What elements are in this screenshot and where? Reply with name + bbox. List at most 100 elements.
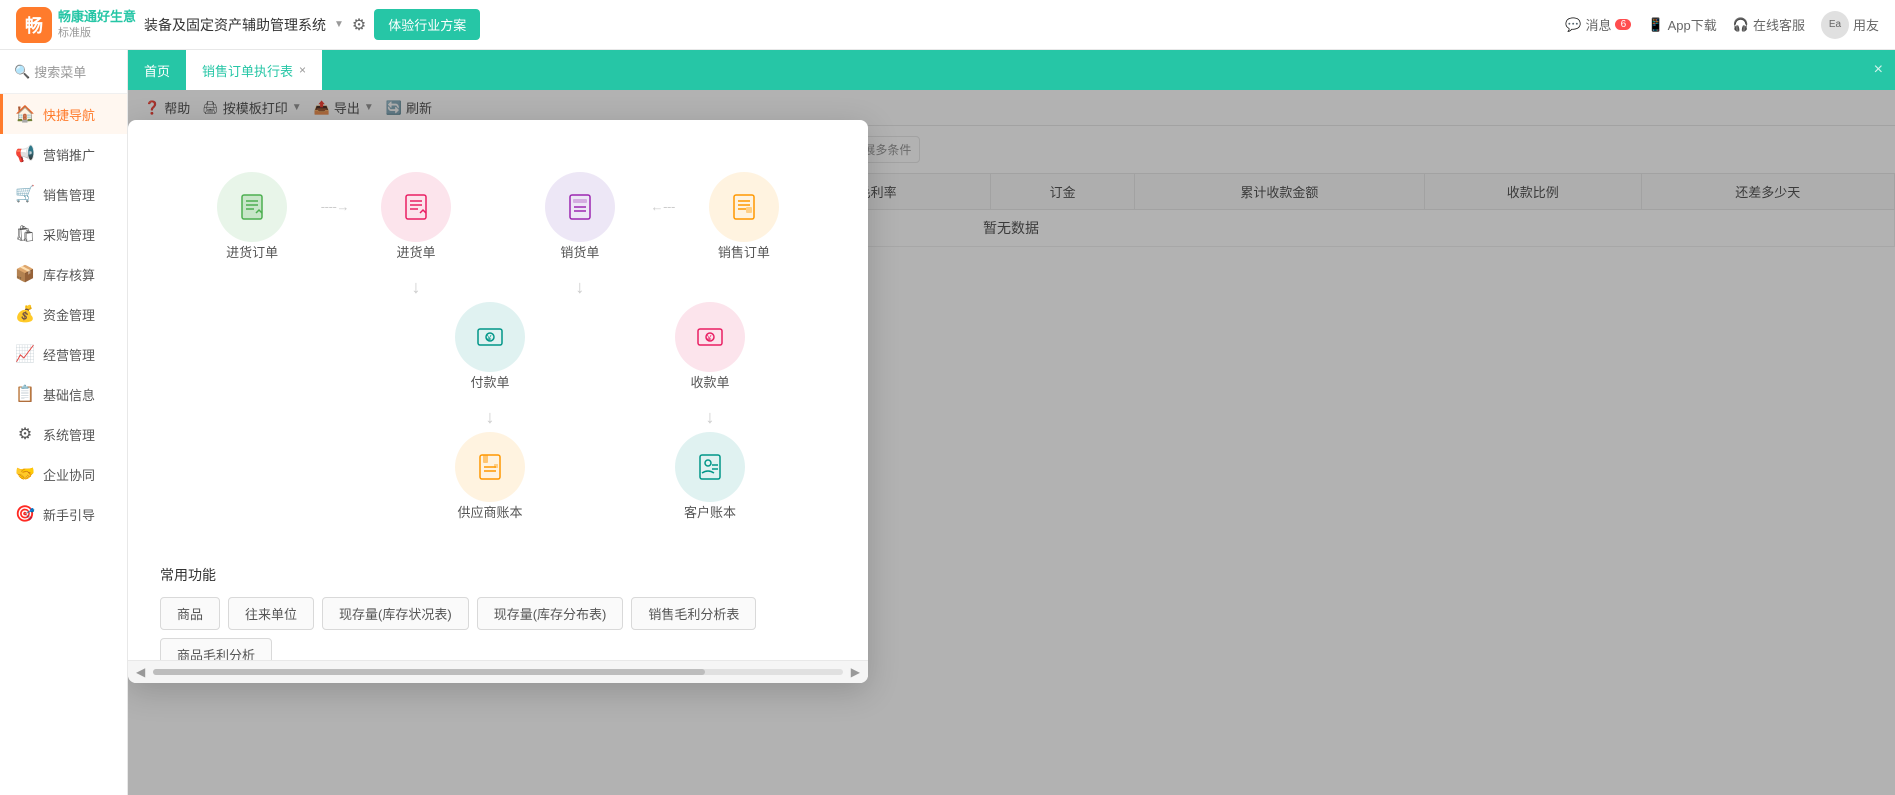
cf-btn-stock-status[interactable]: 现存量(库存状况表): [322, 597, 469, 630]
main-content: ❓ 帮助 🖨 按模板打印 ▼ 📤 导出 ▼: [128, 90, 1895, 795]
node-supplier-ledger-label: 供应商账本: [457, 502, 522, 521]
arrow-v1: ↓: [364, 277, 468, 298]
cf-buttons: 商品 往来单位 现存量(库存状况表) 现存量(库存分布表) 销售毛利分析表 商品…: [160, 597, 836, 660]
arrow-h2: ← - - -: [632, 199, 692, 234]
quick-nav-modal: 进货订单 - - - - →: [128, 120, 868, 683]
online-service-label: 在线客服: [1753, 15, 1805, 34]
cf-btn-goods[interactable]: 商品: [160, 597, 220, 630]
basic-icon: 📋: [15, 384, 35, 404]
app-container: 畅 畅康通好生意 标准版 装备及固定资产辅助管理系统 ▼ ⚙ 体验行业方案 💬 …: [0, 0, 1895, 795]
purchase-order-icon: [217, 172, 287, 242]
scroll-indicator: ◀ ▶: [128, 660, 868, 683]
node-receipt-bill-label: 收款单: [690, 372, 729, 391]
operations-icon: 📈: [15, 344, 35, 364]
content-area: 首页 销售订单执行表 × × ❓ 帮助: [128, 50, 1895, 795]
message-label: 消息: [1585, 15, 1611, 34]
logo-line2: 标准版: [58, 26, 136, 40]
app-download-label: App下载: [1668, 15, 1717, 34]
svg-text:¥: ¥: [486, 334, 492, 343]
sidebar-item-finance[interactable]: 💰 资金管理: [0, 294, 127, 334]
node-customer-ledger-label: 客户账本: [684, 502, 736, 521]
sidebar-label-quick-nav: 快捷导航: [43, 105, 95, 124]
receipt-bill-icon: ¥: [675, 302, 745, 372]
flow-diagram-area: 进货订单 - - - - →: [160, 152, 836, 557]
node-purchase-bill[interactable]: 进货单: [364, 172, 468, 261]
sales-order-icon: [709, 172, 779, 242]
arrow-h1: - - - - →: [304, 199, 364, 234]
user-btn[interactable]: Ea 用友: [1821, 11, 1879, 39]
tab-close-icon[interactable]: ×: [299, 63, 306, 77]
cf-btn-stock-dist[interactable]: 现存量(库存分布表): [477, 597, 624, 630]
node-purchase-order[interactable]: 进货订单: [200, 172, 304, 261]
system-name: 装备及固定资产辅助管理系统: [144, 15, 326, 35]
sidebar-item-inventory[interactable]: 📦 库存核算: [0, 254, 127, 294]
sidebar-label-system: 系统管理: [43, 425, 95, 444]
sidebar-item-sales[interactable]: 🛒 销售管理: [0, 174, 127, 214]
cf-btn-partner[interactable]: 往来单位: [228, 597, 314, 630]
finance-icon: 💰: [15, 304, 35, 324]
sidebar-item-basic[interactable]: 📋 基础信息: [0, 374, 127, 414]
enterprise-icon: 🤝: [15, 464, 35, 484]
node-sales-order[interactable]: 销售订单: [692, 172, 796, 261]
customer-ledger-icon: [675, 432, 745, 502]
search-icon: 🔍: [14, 64, 30, 80]
arrows-down-row: ↓ ↓: [200, 277, 796, 298]
sidebar-label-basic: 基础信息: [43, 385, 95, 404]
node-supplier-ledger[interactable]: 供应商账本: [420, 432, 560, 521]
sidebar-item-system[interactable]: ⚙ 系统管理: [0, 414, 127, 454]
tab-home-label: 首页: [144, 61, 170, 80]
online-service-btn[interactable]: 🎧 在线客服: [1733, 15, 1805, 34]
cf-btn-sales-profit[interactable]: 销售毛利分析表: [631, 597, 756, 630]
user-label: 用友: [1853, 15, 1879, 34]
sidebar-item-enterprise[interactable]: 🤝 企业协同: [0, 454, 127, 494]
payment-bill-icon: ¥: [455, 302, 525, 372]
scroll-thumb: [153, 669, 705, 675]
sidebar-item-operations[interactable]: 📈 经营管理: [0, 334, 127, 374]
top-bar: 畅 畅康通好生意 标准版 装备及固定资产辅助管理系统 ▼ ⚙ 体验行业方案 💬 …: [0, 0, 1895, 50]
scroll-track[interactable]: [153, 669, 843, 675]
experience-btn[interactable]: 体验行业方案: [374, 9, 480, 40]
message-btn[interactable]: 💬 消息 6: [1565, 15, 1631, 34]
avatar: Ea: [1821, 11, 1849, 39]
tab-bar-close-icon[interactable]: ×: [1874, 61, 1883, 79]
node-sales-bill-label: 销货单: [560, 242, 599, 261]
search-label: 搜索菜单: [34, 62, 86, 81]
tab-home[interactable]: 首页: [128, 50, 186, 90]
logo-area: 畅 畅康通好生意 标准版: [16, 7, 144, 43]
download-icon: 📱: [1647, 17, 1663, 33]
sidebar-search[interactable]: 🔍 搜索菜单: [0, 50, 127, 94]
sidebar-item-marketing[interactable]: 📢 营销推广: [0, 134, 127, 174]
arrow-v2: ↓: [528, 277, 632, 298]
scroll-left-arrow[interactable]: ◀: [136, 665, 145, 679]
logo-icon: 畅: [16, 7, 52, 43]
row3: 供应商账本: [200, 432, 796, 521]
tab-sales-order[interactable]: 销售订单执行表 ×: [186, 50, 322, 90]
logo-line1: 畅康通好生意: [58, 9, 136, 26]
node-sales-bill[interactable]: 销货单: [528, 172, 632, 261]
sales-icon: 🛒: [15, 184, 35, 204]
node-customer-ledger[interactable]: 客户账本: [640, 432, 780, 521]
dropdown-arrow[interactable]: ▼: [334, 19, 344, 30]
sidebar-search-inner[interactable]: 🔍 搜索菜单: [8, 58, 119, 85]
modal-overlay[interactable]: 进货订单 - - - - →: [128, 90, 1895, 795]
row2: ¥ 付款单: [200, 302, 796, 391]
cf-title: 常用功能: [160, 565, 836, 585]
arrow-v3: ↓: [420, 407, 560, 428]
gear-icon[interactable]: ⚙: [352, 15, 366, 35]
app-download-btn[interactable]: 📱 App下载: [1647, 15, 1716, 34]
node-receipt-bill[interactable]: ¥ 收款单: [640, 302, 780, 391]
common-functions: 常用功能 商品 往来单位 现存量(库存状况表) 现存量(库存分布表) 销售毛利分…: [160, 565, 836, 660]
sidebar-label-inventory: 库存核算: [43, 265, 95, 284]
sidebar-item-newbie[interactable]: 🎯 新手引导: [0, 494, 127, 534]
node-payment-bill[interactable]: ¥ 付款单: [420, 302, 560, 391]
scroll-right-arrow[interactable]: ▶: [851, 665, 860, 679]
node-purchase-bill-label: 进货单: [397, 242, 436, 261]
sidebar-item-quick-nav[interactable]: 🏠 快捷导航: [0, 94, 127, 134]
sales-bill-icon: [545, 172, 615, 242]
message-badge: 6: [1615, 19, 1631, 30]
cf-btn-goods-profit[interactable]: 商品毛利分析: [160, 638, 272, 660]
sidebar-label-newbie: 新手引导: [43, 505, 95, 524]
sidebar-label-marketing: 营销推广: [43, 145, 95, 164]
modal-inner: 进货订单 - - - - →: [128, 120, 868, 660]
sidebar-item-purchase[interactable]: 🛍 采购管理: [0, 214, 127, 254]
